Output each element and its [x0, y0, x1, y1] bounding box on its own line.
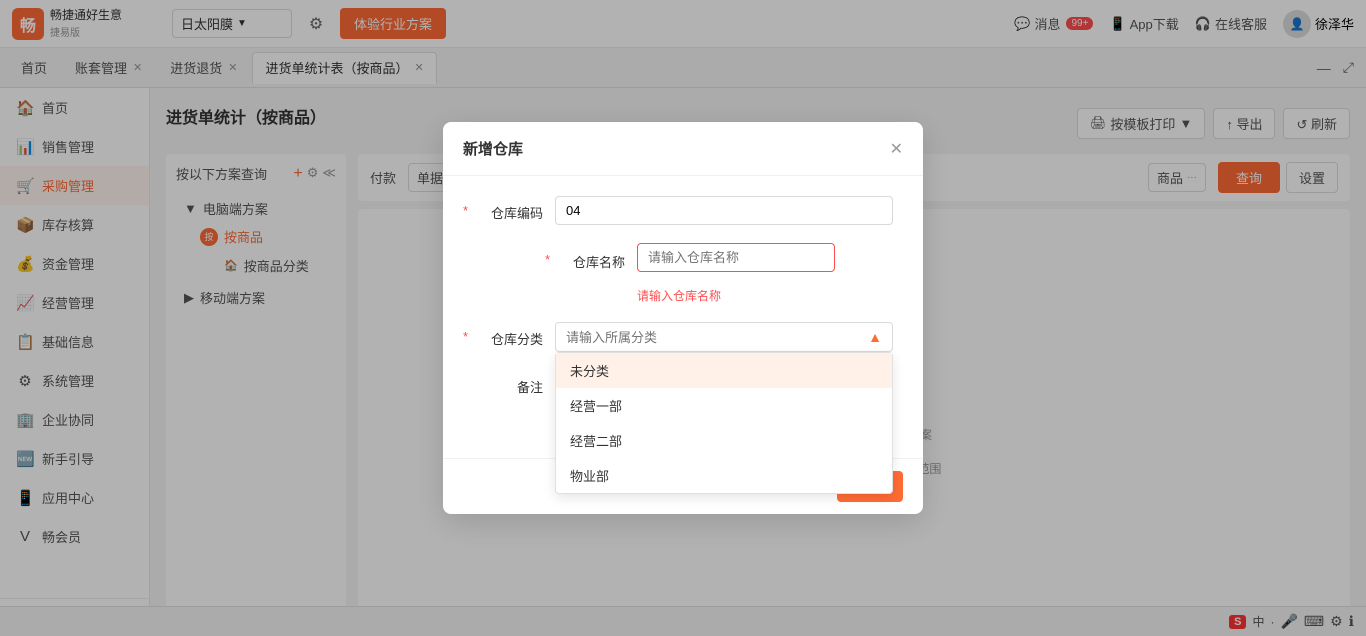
category-input-wrap[interactable]: ▲ [555, 322, 893, 352]
new-warehouse-modal: 新增仓库 ✕ 仓库编码 仓库名称 请输入仓库名称 仓库分类 [443, 122, 923, 514]
name-error-msg: 请输入仓库名称 [637, 289, 721, 303]
notes-label: 备注 [473, 370, 543, 396]
modal-overlay: 新增仓库 ✕ 仓库编码 仓库名称 请输入仓库名称 仓库分类 [0, 0, 1366, 636]
category-toggle-icon[interactable]: ▲ [868, 329, 882, 345]
code-input[interactable] [555, 196, 893, 225]
category-dropdown: 未分类 经营一部 经营二部 物业部 [555, 352, 893, 494]
modal-title: 新增仓库 [463, 138, 523, 159]
name-input[interactable] [637, 243, 835, 272]
form-row-code: 仓库编码 [473, 196, 893, 225]
category-option-none[interactable]: 未分类 [556, 353, 892, 388]
modal-close-button[interactable]: ✕ [890, 139, 903, 159]
modal-body: 仓库编码 仓库名称 请输入仓库名称 仓库分类 ▲ [443, 176, 923, 458]
form-row-category: 仓库分类 ▲ 未分类 经营一部 经营二部 [473, 322, 893, 352]
code-label: 仓库编码 [473, 196, 543, 222]
category-option-dept2[interactable]: 经营二部 [556, 423, 892, 458]
modal-header: 新增仓库 ✕ [443, 122, 923, 176]
name-label: 仓库名称 [555, 245, 625, 271]
category-option-dept1[interactable]: 经营一部 [556, 388, 892, 423]
category-label: 仓库分类 [473, 322, 543, 348]
category-option-property[interactable]: 物业部 [556, 458, 892, 493]
category-input[interactable] [566, 330, 868, 345]
category-field: ▲ 未分类 经营一部 经营二部 物业部 [555, 322, 893, 352]
form-row-name: 仓库名称 请输入仓库名称 [473, 243, 893, 304]
